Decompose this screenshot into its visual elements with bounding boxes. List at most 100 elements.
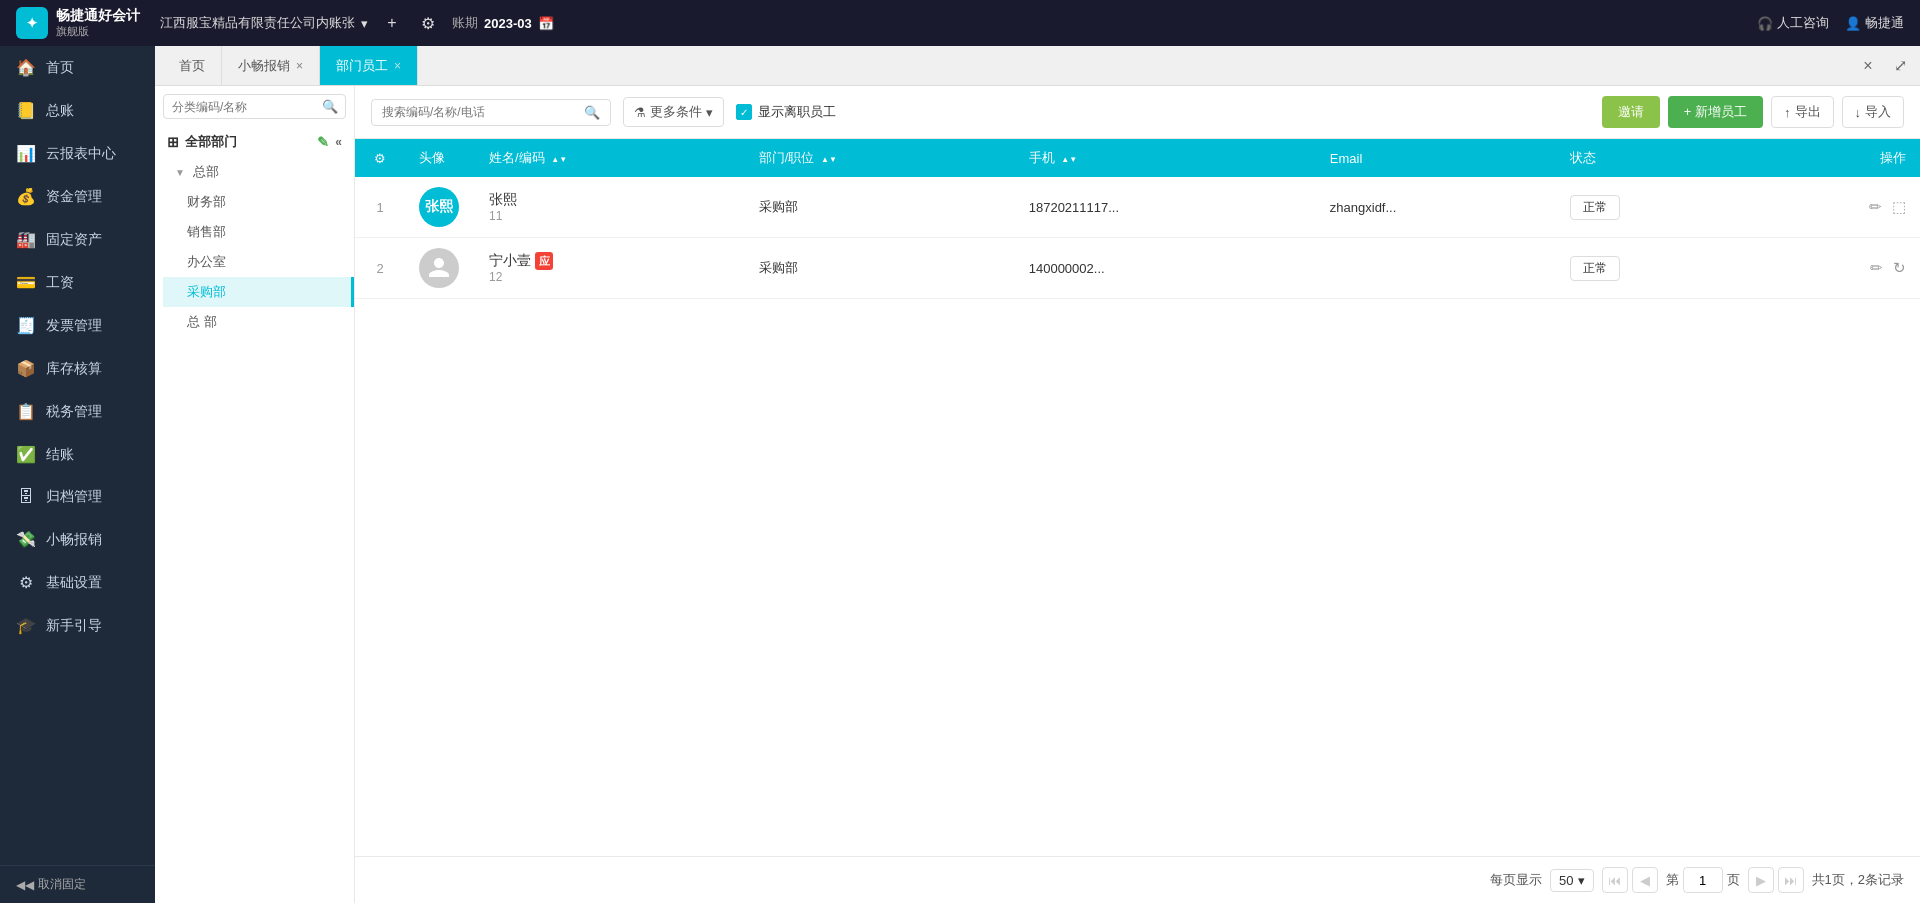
row1-status-cell: 正常 — [1556, 177, 1754, 238]
employee-search-icon[interactable]: 🔍 — [584, 105, 600, 120]
dept-search-box[interactable]: 🔍 — [163, 94, 346, 119]
filter-icon: ⚗ — [634, 105, 646, 120]
invoice-icon: 🧾 — [16, 316, 36, 335]
sidebar-item-ledger[interactable]: 📒 总账 — [0, 89, 155, 132]
calendar-icon[interactable]: 📅 — [538, 16, 554, 31]
all-departments[interactable]: ⊞ 全部部门 ✎ « — [155, 127, 354, 157]
reports-icon: 📊 — [16, 144, 36, 163]
all-dept-label: 全部部门 — [185, 133, 237, 151]
sidebar-label-closing: 结账 — [46, 446, 74, 464]
sidebar-item-home[interactable]: 🏠 首页 — [0, 46, 155, 89]
import-button[interactable]: ↓ 导入 — [1842, 96, 1905, 128]
sidebar-item-guide[interactable]: 🎓 新手引导 — [0, 604, 155, 647]
col-status: 状态 — [1556, 139, 1754, 177]
sidebar-item-archive[interactable]: 🗄 归档管理 — [0, 476, 155, 518]
sidebar-item-assets[interactable]: 🏭 固定资产 — [0, 218, 155, 261]
import-label: 导入 — [1865, 103, 1891, 121]
row1-status-badge: 正常 — [1570, 195, 1620, 220]
last-page-button[interactable]: ⏭ — [1778, 867, 1804, 893]
sidebar-item-closing[interactable]: ✅ 结账 — [0, 433, 155, 476]
close-tab-button[interactable]: × — [1856, 54, 1880, 78]
show-resigned-checkbox[interactable]: ✓ 显示离职员工 — [736, 103, 836, 121]
dept-edit-icon[interactable]: ✎ — [317, 134, 329, 150]
prev-page-button[interactable]: ◀ — [1632, 867, 1658, 893]
fullscreen-button[interactable]: ⤢ — [1888, 54, 1912, 78]
sidebar-item-reports[interactable]: 📊 云报表中心 — [0, 132, 155, 175]
row2-name: 宁小壹 — [489, 252, 531, 270]
sort-arrows-phone: ▲▼ — [1061, 156, 1077, 164]
ai-consult-label: 人工咨询 — [1777, 14, 1829, 32]
first-page-button[interactable]: ⏮ — [1602, 867, 1628, 893]
settings-button[interactable]: ⚙ — [416, 11, 440, 35]
cancel-fixed-button[interactable]: ◀◀ 取消固定 — [0, 865, 155, 903]
sidebar-item-salary[interactable]: 💳 工资 — [0, 261, 155, 304]
employee-toolbar: 🔍 ⚗ 更多条件 ▾ ✓ 显示离职员工 邀请 + 新增员工 — [355, 86, 1920, 139]
dept-parent-headquarters[interactable]: ▼ 总部 — [163, 157, 354, 187]
sidebar-item-expense[interactable]: 💸 小畅报销 — [0, 518, 155, 561]
col-action-label: 操作 — [1880, 150, 1906, 165]
sidebar-item-settings[interactable]: ⚙ 基础设置 — [0, 561, 155, 604]
col-name-code[interactable]: 姓名/编码 ▲▼ — [475, 139, 745, 177]
sidebar-label-reports: 云报表中心 — [46, 145, 116, 163]
filter-more-button[interactable]: ⚗ 更多条件 ▾ — [623, 97, 724, 127]
export-button[interactable]: ↑ 导出 — [1771, 96, 1834, 128]
employee-search-box[interactable]: 🔍 — [371, 99, 611, 126]
row2-edit-icon[interactable]: ✏ — [1870, 259, 1883, 277]
table-row: 2 宁小壹 应 — [355, 238, 1920, 299]
employee-panel: 🔍 ⚗ 更多条件 ▾ ✓ 显示离职员工 邀请 + 新增员工 — [355, 86, 1920, 903]
per-page-select[interactable]: 50 ▾ — [1550, 869, 1593, 892]
dept-collapse-icon[interactable]: « — [335, 135, 342, 149]
dept-search-icon[interactable]: 🔍 — [322, 99, 338, 114]
col-settings[interactable]: ⚙ — [355, 139, 405, 177]
row1-avatar-cell: 张熙 — [405, 177, 475, 238]
col-email: Email — [1316, 139, 1556, 177]
sidebar-label-tax: 税务管理 — [46, 403, 102, 421]
user-icon: 👤 — [1845, 16, 1861, 31]
dept-search-input[interactable] — [172, 100, 322, 114]
row2-name-cell: 宁小壹 应 12 — [475, 238, 745, 299]
home-icon: 🏠 — [16, 58, 36, 77]
col-email-label: Email — [1330, 151, 1363, 166]
sidebar-item-funds[interactable]: 💰 资金管理 — [0, 175, 155, 218]
dept-office-label: 办公室 — [187, 254, 226, 269]
company-selector[interactable]: 江西服宝精品有限责任公司内账张 ▾ — [160, 14, 368, 32]
dropdown-icon: ▾ — [361, 16, 368, 31]
row2-code: 12 — [489, 270, 731, 284]
ai-consult-button[interactable]: 🎧 人工咨询 — [1757, 14, 1829, 32]
col-dept-pos[interactable]: 部门/职位 ▲▼ — [745, 139, 1015, 177]
row2-dept: 采购部 — [745, 238, 1015, 299]
row1-code: 11 — [489, 209, 731, 223]
tab-expense[interactable]: 小畅报销 × — [222, 46, 320, 85]
sidebar-item-invoice[interactable]: 🧾 发票管理 — [0, 304, 155, 347]
invite-button[interactable]: 邀请 — [1602, 96, 1660, 128]
tab-department[interactable]: 部门员工 × — [320, 46, 418, 85]
row1-num: 1 — [355, 177, 405, 238]
user-avatar[interactable]: 👤 畅捷通 — [1845, 14, 1904, 32]
next-page-button[interactable]: ▶ — [1748, 867, 1774, 893]
dept-child-finance[interactable]: 财务部 — [163, 187, 354, 217]
col-phone[interactable]: 手机 ▲▼ — [1015, 139, 1316, 177]
row1-edit-icon[interactable]: ✏ — [1869, 198, 1882, 216]
tab-bar-controls: × ⤢ — [1856, 54, 1912, 78]
dept-child-office[interactable]: 办公室 — [163, 247, 354, 277]
employee-table: ⚙ 头像 姓名/编码 ▲▼ 部门/职位 — [355, 139, 1920, 299]
dept-child-hq[interactable]: 总 部 — [163, 307, 354, 337]
ledger-icon: 📒 — [16, 101, 36, 120]
tab-expense-close[interactable]: × — [296, 59, 303, 73]
main-layout: 🏠 首页 📒 总账 📊 云报表中心 💰 资金管理 🏭 固定资产 💳 工资 🧾 发… — [0, 46, 1920, 903]
row2-action-icons: ✏ ↻ — [1769, 259, 1906, 277]
tab-department-close[interactable]: × — [394, 59, 401, 73]
add-employee-button[interactable]: + 新增员工 — [1668, 96, 1763, 128]
col-settings-icon: ⚙ — [374, 151, 386, 166]
row2-refresh-icon[interactable]: ↻ — [1893, 259, 1906, 277]
employee-search-input[interactable] — [382, 105, 578, 119]
row1-exit-icon[interactable]: ⬚ — [1892, 198, 1906, 216]
sidebar-item-tax[interactable]: 📋 税务管理 — [0, 390, 155, 433]
dept-child-purchase[interactable]: 采购部 — [163, 277, 354, 307]
add-tab-button[interactable]: + — [380, 11, 404, 35]
tab-home[interactable]: 首页 — [163, 46, 222, 85]
sidebar-item-inventory[interactable]: 📦 库存核算 — [0, 347, 155, 390]
page-number-input[interactable] — [1683, 867, 1723, 893]
row1-name-cell: 张熙 11 — [475, 177, 745, 238]
dept-child-sales[interactable]: 销售部 — [163, 217, 354, 247]
